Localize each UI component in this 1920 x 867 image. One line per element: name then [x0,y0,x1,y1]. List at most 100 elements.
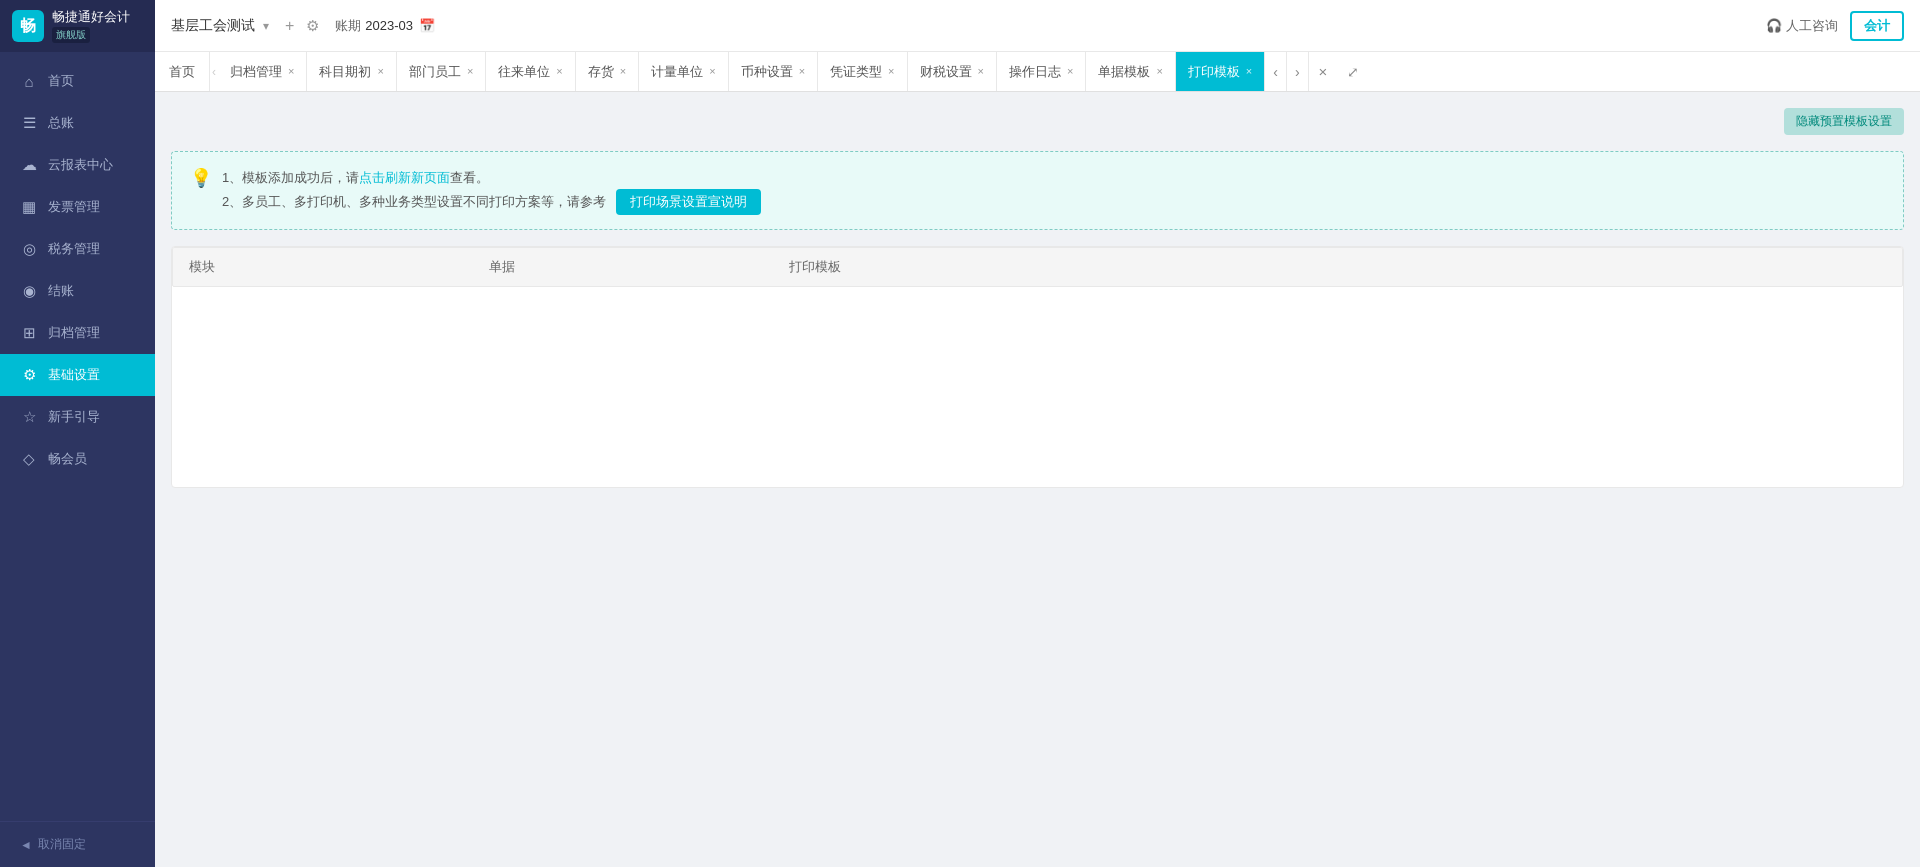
sidebar-item-tax[interactable]: ◎ 税务管理 [0,228,155,270]
settlement-icon: ◉ [20,282,38,300]
sidebar-item-settlement[interactable]: ◉ 结账 [0,270,155,312]
sidebar-item-home[interactable]: ⌂ 首页 [0,60,155,102]
topbar-right: 🎧 人工咨询 会计 [1766,11,1904,41]
sidebar-item-archive-label: 归档管理 [48,324,100,342]
tab-currency[interactable]: 币种设置 × [729,52,818,92]
tab-oplog[interactable]: 操作日志 × [997,52,1086,92]
notice-content: 1、模板添加成功后，请点击刷新新页面查看。 2、多员工、多打印机、多种业务类型设… [222,166,761,215]
tab-voucher-label: 凭证类型 [830,63,882,81]
notice-line1: 1、模板添加成功后，请点击刷新新页面查看。 [222,166,761,189]
tab-tax-settings-label: 财税设置 [920,63,972,81]
period-calendar-icon[interactable]: 📅 [419,18,435,33]
hide-template-button[interactable]: 隐藏预置模板设置 [1784,108,1904,135]
tab-print-tpl-label: 打印模板 [1188,63,1240,81]
notice-line1-prefix: 1、模板添加成功后，请 [222,170,359,185]
tab-expand-button[interactable]: ⤢ [1337,52,1369,92]
sidebar-nav: ⌂ 首页 ☰ 总账 ☁ 云报表中心 ▦ 发票管理 ◎ 税务管理 ◉ 结账 ⊞ 归… [0,52,155,821]
tab-print-tpl[interactable]: 打印模板 × [1176,52,1265,92]
tab-close-all-button[interactable]: × [1309,52,1338,92]
tab-home[interactable]: 首页 [155,52,210,92]
sidebar-logo-text-group: 畅捷通好会计 旗舰版 [52,9,130,44]
period-label: 账期 [335,17,361,35]
sidebar-item-guide[interactable]: ☆ 新手引导 [0,396,155,438]
sidebar-item-settings-label: 基础设置 [48,366,100,384]
tab-inventory-close[interactable]: × [620,66,626,77]
sidebar: 畅 畅捷通好会计 旗舰版 ⌂ 首页 ☰ 总账 ☁ 云报表中心 ▦ 发票管理 ◎ … [0,0,155,867]
headset-icon: 🎧 [1766,18,1782,33]
notice-box: 💡 1、模板添加成功后，请点击刷新新页面查看。 2、多员工、多打印机、多种业务类… [171,151,1904,230]
tab-prev-button[interactable]: ‹ [1265,52,1287,92]
tab-departments[interactable]: 部门员工 × [397,52,486,92]
table-header-row: 模块 单据 打印模板 [172,247,1903,287]
tab-oplog-close[interactable]: × [1067,66,1073,77]
app-name: 畅捷通好会计 [52,9,130,26]
app-logo-icon: 畅 [12,10,44,42]
sidebar-item-settings[interactable]: ⚙ 基础设置 [0,354,155,396]
sidebar-item-member[interactable]: ◇ 畅会员 [0,438,155,480]
tab-next-button[interactable]: › [1287,52,1309,92]
sidebar-item-guide-label: 新手引导 [48,408,100,426]
sidebar-item-invoice[interactable]: ▦ 发票管理 [0,186,155,228]
tab-voucher-close[interactable]: × [888,66,894,77]
table-body-empty [172,287,1903,487]
col-header-template: 打印模板 [789,258,1886,276]
tab-partners-close[interactable]: × [556,66,562,77]
sidebar-item-ledger-label: 总账 [48,114,74,132]
tab-subjects-close[interactable]: × [377,66,383,77]
unpin-icon: ◄ [20,838,32,852]
print-template-table: 模块 单据 打印模板 [171,246,1904,488]
tab-partners[interactable]: 往来单位 × [486,52,575,92]
tabbar: 首页 ‹ 归档管理 × 科目期初 × 部门员工 × 往来单位 × 存货 × 计量… [155,52,1920,92]
tab-tax-settings-close[interactable]: × [978,66,984,77]
sidebar-item-settlement-label: 结账 [48,282,74,300]
sidebar-unpin-button[interactable]: ◄ 取消固定 [0,821,155,867]
sidebar-item-ledger[interactable]: ☰ 总账 [0,102,155,144]
tab-currency-label: 币种设置 [741,63,793,81]
add-tab-button[interactable]: + [285,17,294,35]
archive-icon: ⊞ [20,324,38,342]
content-area: 隐藏预置模板设置 💡 1、模板添加成功后，请点击刷新新页面查看。 2、多员工、多… [155,92,1920,867]
tab-partners-label: 往来单位 [498,63,550,81]
tab-units-close[interactable]: × [709,66,715,77]
tab-departments-label: 部门员工 [409,63,461,81]
print-scene-button[interactable]: 打印场景设置宣说明 [616,189,761,215]
tab-inventory-label: 存货 [588,63,614,81]
kuaiji-button[interactable]: 会计 [1850,11,1904,41]
tab-archive-label: 归档管理 [230,63,282,81]
period-display: 账期 2023-03 📅 [335,17,435,35]
guide-icon: ☆ [20,408,38,426]
sidebar-logo: 畅 畅捷通好会计 旗舰版 [0,0,155,52]
tab-archive[interactable]: 归档管理 × [218,52,307,92]
tab-oplog-label: 操作日志 [1009,63,1061,81]
col-header-doc: 单据 [489,258,789,276]
tab-subjects[interactable]: 科目期初 × [307,52,396,92]
tab-archive-close[interactable]: × [288,66,294,77]
company-dropdown-arrow[interactable]: ▾ [263,19,269,33]
tab-tax-settings[interactable]: 财税设置 × [908,52,997,92]
tab-units[interactable]: 计量单位 × [639,52,728,92]
notice-line1-suffix: 查看。 [450,170,489,185]
notice-bulb-icon: 💡 [190,167,212,189]
service-button[interactable]: 🎧 人工咨询 [1766,17,1838,35]
ledger-icon: ☰ [20,114,38,132]
sidebar-item-archive[interactable]: ⊞ 归档管理 [0,312,155,354]
notice-line2-prefix: 2、多员工、多打印机、多种业务类型设置不同打印方案等，请参考 [222,194,606,209]
tab-receipt-tpl-close[interactable]: × [1156,66,1162,77]
tab-print-tpl-close[interactable]: × [1246,66,1252,77]
topbar: 基层工会测试 ▾ + ⚙ 账期 2023-03 📅 🎧 人工咨询 会计 [155,0,1920,52]
topbar-settings-button[interactable]: ⚙ [306,17,319,35]
sidebar-item-home-label: 首页 [48,72,74,90]
settings-icon: ⚙ [20,366,38,384]
tab-currency-close[interactable]: × [799,66,805,77]
col-header-module: 模块 [189,258,489,276]
notice-refresh-link[interactable]: 点击刷新新页面 [359,170,450,185]
tab-home-label: 首页 [169,63,195,81]
sidebar-item-invoice-label: 发票管理 [48,198,100,216]
sidebar-item-reports[interactable]: ☁ 云报表中心 [0,144,155,186]
tab-voucher[interactable]: 凭证类型 × [818,52,907,92]
tab-receipt-tpl[interactable]: 单据模板 × [1086,52,1175,92]
tab-inventory[interactable]: 存货 × [576,52,639,92]
tab-departments-close[interactable]: × [467,66,473,77]
sidebar-item-reports-label: 云报表中心 [48,156,113,174]
notice-line2: 2、多员工、多打印机、多种业务类型设置不同打印方案等，请参考 打印场景设置宣说明 [222,189,761,215]
